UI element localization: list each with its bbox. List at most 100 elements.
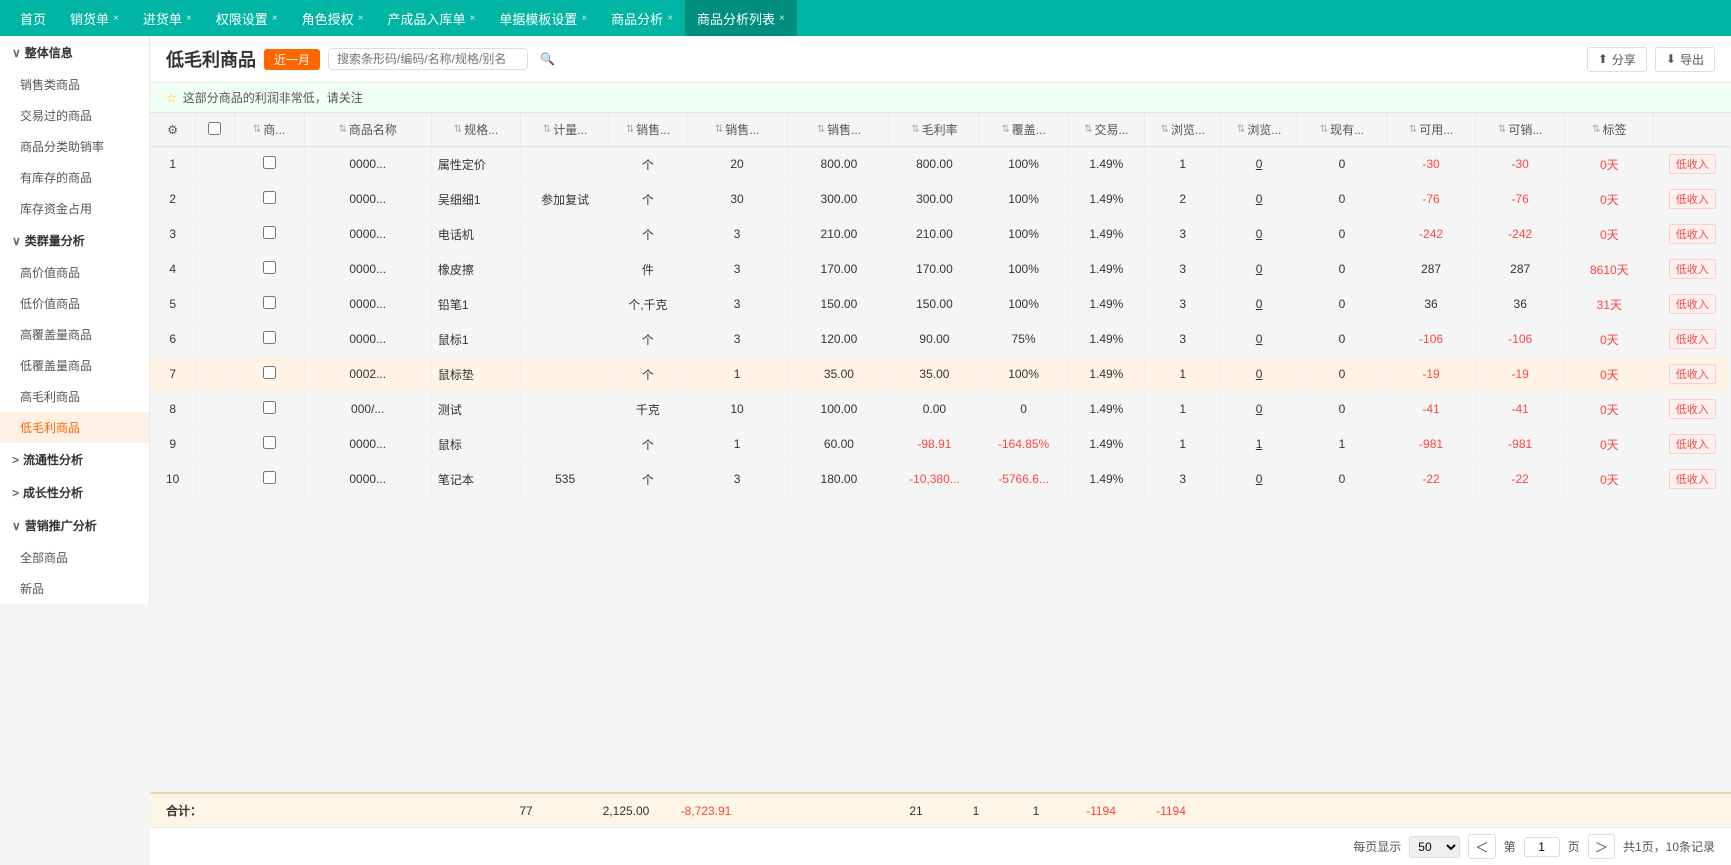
- close-nav-template[interactable]: ×: [581, 13, 587, 24]
- next-page-button[interactable]: ＞: [1588, 834, 1615, 859]
- row-available-stock: -106: [1476, 322, 1565, 357]
- sort-icon-name[interactable]: ⇅: [339, 124, 347, 135]
- close-nav-sales[interactable]: ×: [113, 13, 119, 24]
- sidebar-item-traded-goods[interactable]: 交易过的商品: [0, 100, 149, 131]
- sort-icon-gross-margin[interactable]: ⇅: [911, 124, 919, 135]
- nav-item-home[interactable]: 首页: [8, 0, 58, 36]
- sidebar-item-high-coverage[interactable]: 高覆盖量商品: [0, 319, 149, 350]
- row-checkbox[interactable]: [263, 296, 276, 309]
- row-current-stock: -41: [1386, 392, 1475, 427]
- sort-icon-saleable-days[interactable]: ⇅: [1498, 124, 1506, 135]
- nav-item-analysis-list[interactable]: 商品分析列表×: [685, 0, 797, 36]
- row-checkbox[interactable]: [263, 156, 276, 169]
- sidebar-item-category-rate[interactable]: 商品分类助销率: [0, 131, 149, 162]
- sort-icon-unit[interactable]: ⇅: [543, 124, 551, 135]
- views1-link[interactable]: 0: [1256, 367, 1263, 381]
- row-checkbox[interactable]: [263, 226, 276, 239]
- row-transactions: 1: [1145, 427, 1221, 462]
- views1-link[interactable]: 0: [1256, 157, 1263, 171]
- sidebar-group-growth[interactable]: >成长性分析: [0, 476, 149, 509]
- sort-icon-code[interactable]: ⇅: [253, 124, 261, 135]
- row-number: 4: [150, 252, 196, 287]
- close-nav-inventory[interactable]: ×: [469, 13, 475, 24]
- sort-icon-transactions[interactable]: ⇅: [1084, 124, 1092, 135]
- views1-link[interactable]: 0: [1256, 262, 1263, 276]
- close-nav-analysis-list[interactable]: ×: [779, 13, 785, 24]
- nav-item-permissions[interactable]: 权限设置×: [204, 0, 290, 36]
- sidebar-group-label-growth: 成长性分析: [23, 484, 83, 501]
- row-checkbox[interactable]: [263, 331, 276, 344]
- views1-link[interactable]: 0: [1256, 472, 1263, 486]
- row-views1: 1: [1221, 427, 1297, 462]
- select-all-checkbox[interactable]: [208, 122, 221, 135]
- views1-link[interactable]: 0: [1256, 297, 1263, 311]
- row-checkbox[interactable]: [263, 191, 276, 204]
- close-nav-permissions[interactable]: ×: [272, 13, 278, 24]
- row-coverage: 1.49%: [1068, 427, 1144, 462]
- nav-item-roles[interactable]: 角色授权×: [290, 0, 376, 36]
- sort-icon-available-stock[interactable]: ⇅: [1409, 124, 1417, 135]
- row-sales-profit: -98.91: [890, 427, 979, 462]
- nav-item-analysis[interactable]: 商品分析×: [599, 0, 685, 36]
- sidebar-item-high-profit[interactable]: 高毛利商品: [0, 381, 149, 412]
- export-button[interactable]: ⬇ 导出: [1655, 47, 1715, 72]
- sort-icon-views1[interactable]: ⇅: [1161, 124, 1169, 135]
- close-nav-purchase[interactable]: ×: [186, 13, 192, 24]
- sort-icon-sales-qty[interactable]: ⇅: [626, 124, 634, 135]
- row-checkbox[interactable]: [263, 401, 276, 414]
- row-unit: 个: [610, 217, 686, 252]
- row-checkbox[interactable]: [263, 366, 276, 379]
- row-name: 笔记本: [431, 462, 520, 497]
- sidebar-group-marketing[interactable]: ∨营销推广分析: [0, 509, 149, 542]
- row-checkbox[interactable]: [263, 261, 276, 274]
- sidebar-item-low-coverage[interactable]: 低覆盖量商品: [0, 350, 149, 381]
- sidebar-item-sales-goods[interactable]: 销售类商品: [0, 69, 149, 100]
- views1-link[interactable]: 1: [1256, 437, 1263, 451]
- sort-icon-views2[interactable]: ⇅: [1237, 124, 1245, 135]
- views1-link[interactable]: 0: [1256, 192, 1263, 206]
- prev-page-button[interactable]: ＜: [1468, 834, 1495, 859]
- sort-icon-current-stock[interactable]: ⇅: [1320, 124, 1328, 135]
- row-views2: 0: [1297, 252, 1386, 287]
- row-checkbox[interactable]: [263, 436, 276, 449]
- sidebar-item-capital-occupation[interactable]: 库存资金占用: [0, 193, 149, 224]
- nav-item-sales[interactable]: 销货单×: [58, 0, 131, 36]
- nav-item-purchase[interactable]: 进货单×: [131, 0, 204, 36]
- sidebar-item-high-value[interactable]: 高价值商品: [0, 257, 149, 288]
- search-input[interactable]: [328, 48, 528, 70]
- header-actions: ⬆ 分享 ⬇ 导出: [1587, 47, 1715, 72]
- per-page-select[interactable]: 50 100 200: [1409, 836, 1460, 858]
- col-header-settings[interactable]: ⚙: [150, 113, 196, 147]
- views1-link[interactable]: 0: [1256, 227, 1263, 241]
- row-code: 0000...: [304, 147, 431, 182]
- col-header-checkbox[interactable]: [196, 113, 234, 147]
- sidebar-item-new-goods[interactable]: 新品: [0, 573, 149, 604]
- share-button[interactable]: ⬆ 分享: [1587, 47, 1647, 72]
- row-sales-amount: 210.00: [788, 217, 890, 252]
- sort-icon-sales-amount[interactable]: ⇅: [715, 124, 723, 135]
- search-icon[interactable]: 🔍: [540, 52, 555, 66]
- sidebar-group-cluster[interactable]: ∨类群量分析: [0, 224, 149, 257]
- sidebar-group-circulation[interactable]: >流通性分析: [0, 443, 149, 476]
- settings-icon[interactable]: ⚙: [167, 123, 178, 137]
- sidebar-group-overall[interactable]: ∨整体信息: [0, 36, 149, 69]
- views1-link[interactable]: 0: [1256, 402, 1263, 416]
- sidebar-item-all-goods[interactable]: 全部商品: [0, 542, 149, 573]
- sidebar-item-low-profit[interactable]: 低毛利商品: [0, 412, 149, 443]
- sort-icon-spec[interactable]: ⇅: [454, 124, 462, 135]
- close-nav-roles[interactable]: ×: [358, 13, 364, 24]
- row-sales-qty: 1: [686, 357, 788, 392]
- row-saleable-days: 0天: [1565, 462, 1654, 497]
- sort-icon-coverage[interactable]: ⇅: [1001, 124, 1009, 135]
- row-checkbox[interactable]: [263, 471, 276, 484]
- nav-item-template[interactable]: 单据模板设置×: [487, 0, 599, 36]
- filter-button[interactable]: 近一月: [264, 49, 320, 70]
- sidebar-item-with-stock[interactable]: 有库存的商品: [0, 162, 149, 193]
- nav-item-inventory[interactable]: 产成品入库单×: [375, 0, 487, 36]
- sidebar-item-low-value[interactable]: 低价值商品: [0, 288, 149, 319]
- page-number-input[interactable]: [1524, 837, 1560, 857]
- sort-icon-tag[interactable]: ⇅: [1592, 124, 1600, 135]
- views1-link[interactable]: 0: [1256, 332, 1263, 346]
- close-nav-analysis[interactable]: ×: [667, 13, 673, 24]
- sort-icon-sales-profit[interactable]: ⇅: [817, 124, 825, 135]
